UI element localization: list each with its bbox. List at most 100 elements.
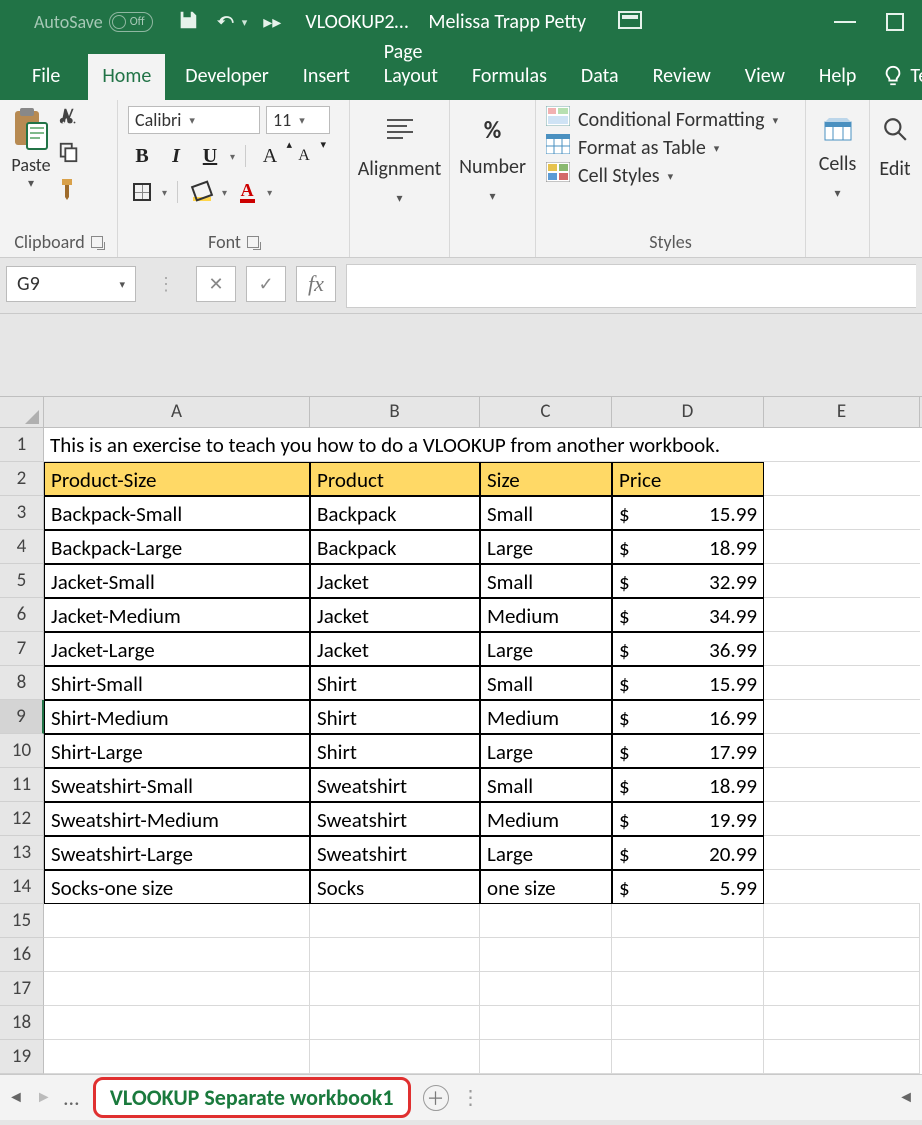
cell[interactable]: Product [310,462,480,496]
tab-help[interactable]: Help [805,54,871,100]
paste-dropdown-icon[interactable]: ▾ [10,176,52,191]
cell[interactable]: Sweatshirt [310,768,480,802]
font-color-button[interactable]: A [233,178,261,206]
cell[interactable]: Shirt-Large [44,734,310,768]
cell[interactable]: Jacket-Medium [44,598,310,632]
cell[interactable] [764,938,920,972]
cell[interactable] [612,1006,764,1040]
cell[interactable] [612,1040,764,1074]
row-header[interactable]: 4 [0,530,44,564]
cell[interactable]: Jacket [310,632,480,666]
cell[interactable]: Backpack [310,496,480,530]
format-as-table-button[interactable]: Format as Table▾ [578,134,778,162]
cell[interactable] [764,632,920,666]
borders-button[interactable] [128,178,156,206]
col-header[interactable]: B [310,397,480,427]
cell[interactable] [310,904,480,938]
conditional-formatting-button[interactable]: Conditional Formatting▾ [578,106,778,134]
underline-button[interactable]: U [196,142,224,170]
cell[interactable] [764,768,920,802]
row-header[interactable]: 10 [0,734,44,768]
cell[interactable] [764,1040,920,1074]
cell[interactable]: $18.99 [612,768,764,802]
cell[interactable]: $16.99 [612,700,764,734]
decrease-font-icon[interactable]: A▾ [290,142,318,170]
row-header[interactable]: 11 [0,768,44,802]
select-all-button[interactable] [0,397,44,427]
cell[interactable]: Shirt-Small [44,666,310,700]
cell[interactable]: Size [480,462,612,496]
row-header[interactable]: 5 [0,564,44,598]
cell[interactable]: $5.99 [612,870,764,904]
cell[interactable] [764,530,920,564]
cell[interactable] [44,938,310,972]
cell[interactable]: $18.99 [612,530,764,564]
cell[interactable]: Medium [480,598,612,632]
cell[interactable]: Sweatshirt-Large [44,836,310,870]
cell[interactable] [764,870,920,904]
cell[interactable]: This is an exercise to teach you how to … [44,428,920,462]
find-icon[interactable] [882,116,908,147]
minimize-icon[interactable] [834,21,856,23]
scroll-sheet-right-icon[interactable]: ► [36,1088,52,1107]
expand-formula-icon[interactable]: ⋮ [146,266,186,302]
cell[interactable]: Medium [480,802,612,836]
italic-button[interactable]: I [162,142,190,170]
cell[interactable]: Backpack [310,530,480,564]
row-header[interactable]: 3 [0,496,44,530]
cell[interactable] [764,700,920,734]
paste-button[interactable]: Paste [10,154,52,176]
cell[interactable]: $32.99 [612,564,764,598]
cell[interactable]: Jacket-Small [44,564,310,598]
cell[interactable]: $19.99 [612,802,764,836]
cell[interactable] [764,904,920,938]
font-name-combo[interactable]: Calibri▾ [128,106,260,134]
hscroll-left-icon[interactable]: ◄ [898,1088,914,1107]
undo-icon[interactable]: ▾ [215,12,248,32]
cell[interactable]: $20.99 [612,836,764,870]
cell[interactable]: Jacket [310,564,480,598]
cell[interactable]: Small [480,496,612,530]
cell[interactable]: Small [480,666,612,700]
row-header[interactable]: 2 [0,462,44,496]
format-painter-icon[interactable] [58,176,82,205]
tab-file[interactable]: File [10,54,82,100]
cell[interactable] [480,972,612,1006]
sheet-tab-active[interactable]: VLOOKUP Separate workbook1 [93,1077,411,1118]
col-header[interactable]: C [480,397,612,427]
cell[interactable] [764,564,920,598]
row-header[interactable]: 19 [0,1040,44,1074]
row-header[interactable]: 7 [0,632,44,666]
tab-data[interactable]: Data [567,54,633,100]
cell[interactable]: one size [480,870,612,904]
tell-me[interactable]: Te [876,54,922,100]
cell[interactable]: Medium [480,700,612,734]
enter-icon[interactable]: ✓ [246,266,286,302]
ribbon-display-icon[interactable] [618,11,642,34]
cell[interactable] [44,904,310,938]
cell[interactable] [310,1040,480,1074]
sheet-list-icon[interactable]: … [64,1084,81,1111]
cell[interactable] [44,1040,310,1074]
cell[interactable]: Shirt [310,700,480,734]
dialog-launcher-icon[interactable] [247,236,259,248]
row-header[interactable]: 6 [0,598,44,632]
paste-icon[interactable] [10,106,52,154]
new-sheet-button[interactable]: ＋ [423,1085,449,1111]
col-header[interactable]: E [764,397,920,427]
number-button[interactable]: Number [459,155,526,179]
cell[interactable]: Sweatshirt [310,802,480,836]
chevron-down-icon[interactable]: ▾ [834,186,840,201]
cell[interactable]: Shirt [310,666,480,700]
save-icon[interactable] [177,9,199,36]
col-header[interactable]: A [44,397,310,427]
cell[interactable] [764,734,920,768]
fill-color-button[interactable] [188,178,216,206]
cell[interactable] [480,938,612,972]
cell[interactable]: Small [480,768,612,802]
row-header[interactable]: 1 [0,428,44,462]
cell[interactable]: Sweatshirt [310,836,480,870]
cell[interactable]: Shirt-Medium [44,700,310,734]
cut-icon[interactable] [58,106,82,133]
cell[interactable] [612,904,764,938]
